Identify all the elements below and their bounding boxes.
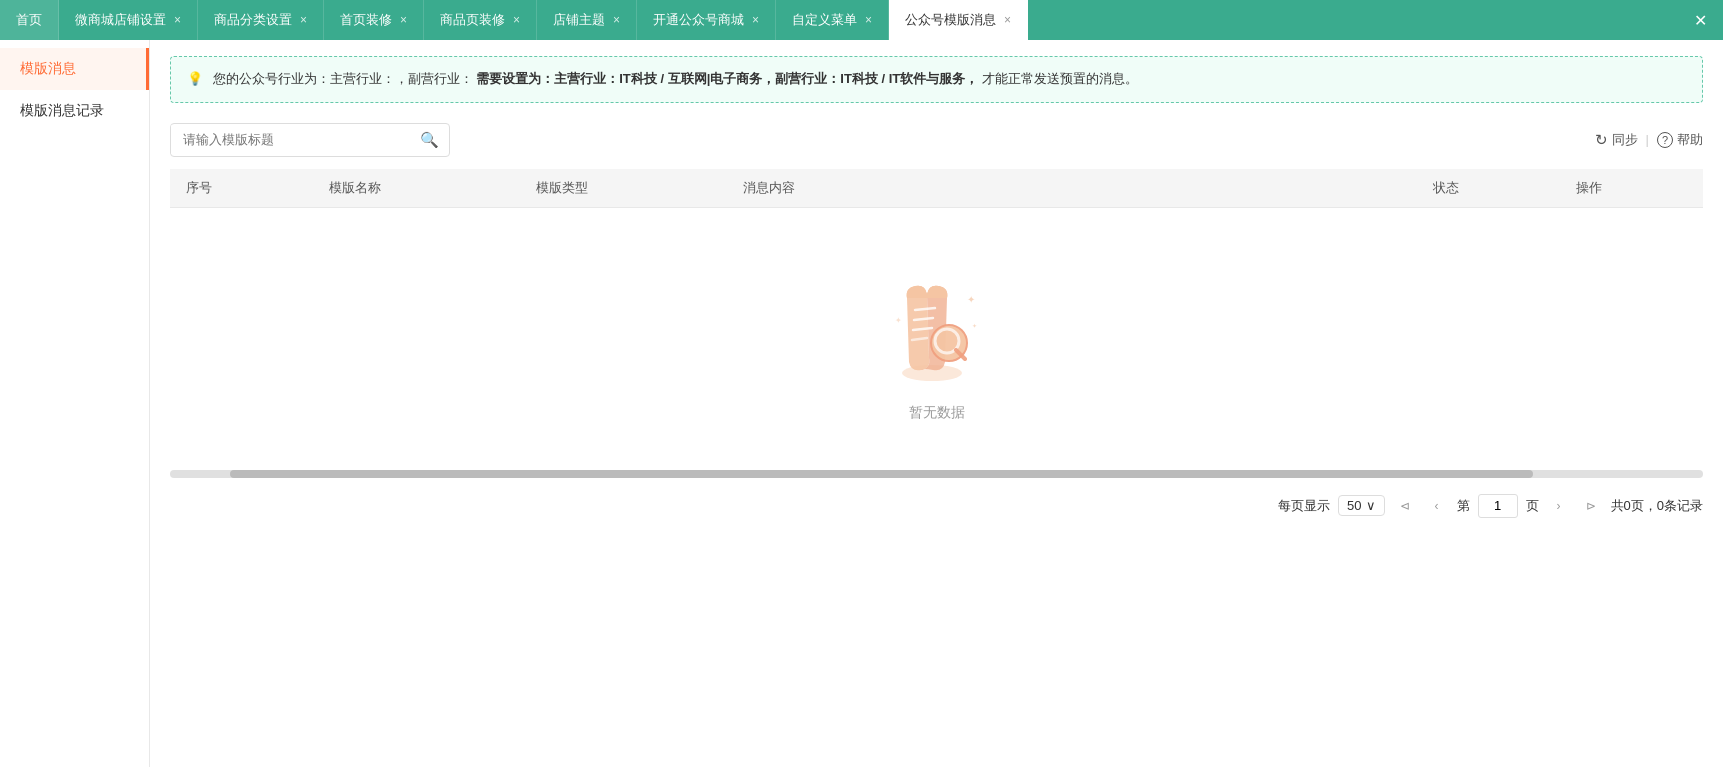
toolbar-divider: |: [1646, 132, 1649, 147]
alert-icon: 💡: [187, 71, 203, 86]
pagination: 每页显示 50 ∨ ⊲ ‹ 第 页 › ⊳ 共0页，0条记录: [170, 494, 1703, 518]
next-page-button[interactable]: ›: [1547, 494, 1571, 518]
tab-shop-theme-close[interactable]: ×: [613, 13, 620, 27]
tab-product-page-decor-close[interactable]: ×: [513, 13, 520, 27]
col-index: 序号: [170, 169, 313, 208]
empty-state-text: 暂无数据: [909, 404, 965, 422]
tab-product-page-decor-label: 商品页装修: [440, 11, 505, 29]
tab-shop-settings-close[interactable]: ×: [174, 13, 181, 27]
next-page-icon: ›: [1557, 499, 1561, 513]
page-di-label: 第: [1457, 497, 1470, 515]
tab-shop-theme-label: 店铺主题: [553, 11, 605, 29]
page-size-dropdown-icon: ∨: [1366, 498, 1376, 513]
tab-product-category-close[interactable]: ×: [300, 13, 307, 27]
tab-custom-menu-label: 自定义菜单: [792, 11, 857, 29]
last-page-button[interactable]: ⊳: [1579, 494, 1603, 518]
sidebar: 模版消息 模版消息记录: [0, 40, 150, 767]
tab-product-category-label: 商品分类设置: [214, 11, 292, 29]
col-content: 消息内容: [727, 169, 1417, 208]
close-all-tabs-button[interactable]: ✕: [1678, 0, 1723, 40]
tab-bar: 首页 微商城店铺设置 × 商品分类设置 × 首页装修 × 商品页装修 × 店铺主…: [0, 0, 1723, 40]
current-page-input[interactable]: [1478, 494, 1518, 518]
page-size-value: 50: [1347, 498, 1361, 513]
svg-text:✦: ✦: [972, 323, 977, 329]
main-layout: 模版消息 模版消息记录 💡 您的公众号行业为：主营行业：，副营行业： 需要设置为…: [0, 40, 1723, 767]
tab-shop-settings-label: 微商城店铺设置: [75, 11, 166, 29]
empty-row: ✦ ✦ ✦ 暂无数据: [170, 207, 1703, 462]
search-input-wrapper: 🔍: [170, 123, 450, 157]
tab-template-message[interactable]: 公众号模版消息 ×: [889, 0, 1028, 40]
col-type: 模版类型: [520, 169, 727, 208]
help-label: 帮助: [1677, 131, 1703, 149]
page-label: 页: [1526, 497, 1539, 515]
horizontal-scrollbar-thumb[interactable]: [230, 470, 1533, 478]
svg-text:✦: ✦: [967, 294, 975, 305]
sync-button[interactable]: ↻ 同步: [1595, 131, 1638, 149]
sidebar-item-template-message-label: 模版消息: [20, 60, 76, 76]
empty-state: ✦ ✦ ✦ 暂无数据: [170, 208, 1703, 462]
tab-custom-menu[interactable]: 自定义菜单 ×: [776, 0, 889, 40]
close-all-icon: ✕: [1694, 11, 1707, 30]
tab-open-wechat-shop-label: 开通公众号商城: [653, 11, 744, 29]
help-button[interactable]: ? 帮助: [1657, 131, 1703, 149]
tab-homepage-decor-close[interactable]: ×: [400, 13, 407, 27]
prev-page-icon: ‹: [1435, 499, 1439, 513]
last-page-icon: ⊳: [1586, 499, 1596, 513]
first-page-icon: ⊲: [1400, 499, 1410, 513]
page-size-select[interactable]: 50 ∨: [1338, 495, 1384, 516]
search-button[interactable]: 🔍: [410, 124, 449, 156]
alert-suffix-text: 才能正常发送预置的消息。: [982, 71, 1138, 86]
tab-home-label: 首页: [16, 11, 42, 29]
alert-prefix-text: 您的公众号行业为：主营行业：，副营行业：: [213, 71, 473, 86]
tab-template-message-label: 公众号模版消息: [905, 11, 996, 29]
tab-product-page-decor[interactable]: 商品页装修 ×: [424, 0, 537, 40]
tab-homepage-decor[interactable]: 首页装修 ×: [324, 0, 424, 40]
tab-homepage-decor-label: 首页装修: [340, 11, 392, 29]
help-icon: ?: [1657, 132, 1673, 148]
sidebar-item-template-record-label: 模版消息记录: [20, 102, 104, 118]
toolbar-right: ↻ 同步 | ? 帮助: [1595, 131, 1703, 149]
tab-open-wechat-shop-close[interactable]: ×: [752, 13, 759, 27]
page-size-label: 每页显示: [1278, 497, 1330, 515]
tab-template-message-close[interactable]: ×: [1004, 13, 1011, 27]
search-icon: 🔍: [420, 131, 439, 148]
svg-text:✦: ✦: [895, 316, 902, 325]
sync-icon: ↻: [1595, 131, 1608, 149]
tab-open-wechat-shop[interactable]: 开通公众号商城 ×: [637, 0, 776, 40]
page-total-text: 共0页，0条记录: [1611, 497, 1703, 515]
data-table: 序号 模版名称 模版类型 消息内容 状态 操作: [170, 169, 1703, 462]
sidebar-item-template-message[interactable]: 模版消息: [0, 48, 149, 90]
search-input[interactable]: [171, 125, 410, 154]
tab-shop-settings[interactable]: 微商城店铺设置 ×: [59, 0, 198, 40]
tab-home[interactable]: 首页: [0, 0, 59, 40]
content-area: 💡 您的公众号行业为：主营行业：，副营行业： 需要设置为：主营行业：IT科技 /…: [150, 40, 1723, 767]
table-header-row: 序号 模版名称 模版类型 消息内容 状态 操作: [170, 169, 1703, 208]
search-bar: 🔍 ↻ 同步 | ? 帮助: [170, 123, 1703, 157]
prev-page-button[interactable]: ‹: [1425, 494, 1449, 518]
sync-label: 同步: [1612, 131, 1638, 149]
col-name: 模版名称: [313, 169, 520, 208]
sidebar-item-template-record[interactable]: 模版消息记录: [0, 90, 149, 132]
tab-product-category[interactable]: 商品分类设置 ×: [198, 0, 324, 40]
first-page-button[interactable]: ⊲: [1393, 494, 1417, 518]
tab-custom-menu-close[interactable]: ×: [865, 13, 872, 27]
col-action: 操作: [1560, 169, 1703, 208]
alert-banner: 💡 您的公众号行业为：主营行业：，副营行业： 需要设置为：主营行业：IT科技 /…: [170, 56, 1703, 103]
horizontal-scrollbar-track[interactable]: [170, 470, 1703, 478]
empty-state-illustration: ✦ ✦ ✦: [877, 268, 997, 388]
tab-shop-theme[interactable]: 店铺主题 ×: [537, 0, 637, 40]
alert-highlight-text: 需要设置为：主营行业：IT科技 / 互联网|电子商务，副营行业：IT科技 / I…: [476, 71, 978, 86]
col-status: 状态: [1417, 169, 1560, 208]
